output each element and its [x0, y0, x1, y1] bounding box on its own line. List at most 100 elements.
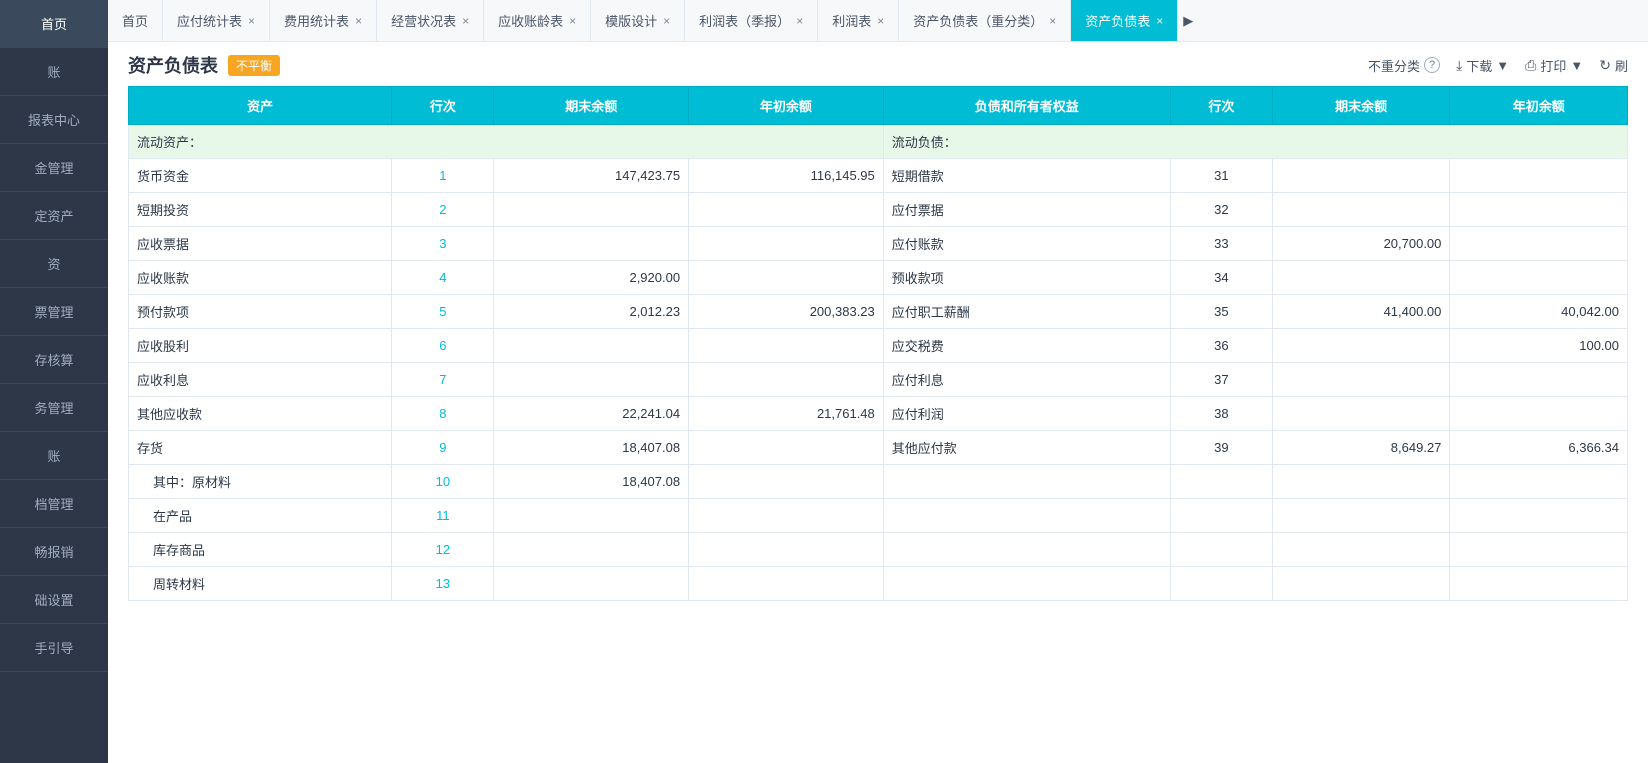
- sidebar-item-archive[interactable]: 档管理: [0, 480, 108, 528]
- right-name: [883, 465, 1170, 499]
- sidebar-item-inventory[interactable]: 存核算: [0, 336, 108, 384]
- tab-scroll-right[interactable]: ▶: [1178, 13, 1198, 29]
- tab-operation-status[interactable]: 经营状况表 ×: [377, 0, 484, 42]
- tab-profit[interactable]: 利润表 ×: [818, 0, 899, 42]
- tab-template-design[interactable]: 模版设计 ×: [591, 0, 685, 42]
- tab-profit-quarterly[interactable]: 利润表（季报） ×: [685, 0, 818, 42]
- sidebar-item-account[interactable]: 账: [0, 48, 108, 96]
- right-row-num: 35: [1170, 295, 1272, 329]
- tab-home-label: 首页: [122, 11, 148, 30]
- sidebar-item-expense[interactable]: 畅报销: [0, 528, 108, 576]
- sidebar-item-home[interactable]: 首页: [0, 0, 108, 48]
- sidebar-item-guide[interactable]: 手引导: [0, 624, 108, 672]
- table-row: 应收股利 6 应交税费 36 100.00: [129, 329, 1628, 363]
- left-name: 短期投资: [129, 193, 392, 227]
- left-year-balance: [689, 329, 884, 363]
- right-end-balance: [1272, 261, 1450, 295]
- section-header-current: 流动资产： 流动负债：: [129, 125, 1628, 159]
- refresh-action[interactable]: ↻ 刷: [1599, 56, 1628, 75]
- left-row-num: 13: [392, 567, 494, 601]
- left-name: 其中：原材料: [129, 465, 392, 499]
- left-name: 应收账款: [129, 261, 392, 295]
- sidebar-item-fixed-assets[interactable]: 定资产: [0, 192, 108, 240]
- right-end-balance: [1272, 533, 1450, 567]
- right-year-balance: 6,366.34: [1450, 431, 1628, 465]
- download-action[interactable]: ⤓ 下载 ▼: [1456, 56, 1509, 75]
- left-end-balance: [494, 499, 689, 533]
- right-section-label: 流动负债：: [883, 125, 1627, 159]
- col-end-balance-left: 期末余额: [494, 87, 689, 125]
- table-row: 短期投资 2 应付票据 32: [129, 193, 1628, 227]
- print-chevron: ▼: [1570, 58, 1583, 73]
- right-year-balance: [1450, 533, 1628, 567]
- left-name: 预付款项: [129, 295, 392, 329]
- header-actions: 不重分类 ? ⤓ 下载 ▼ ⎙ 打印 ▼ ↻ 刷: [1368, 56, 1628, 75]
- right-row-num: 32: [1170, 193, 1272, 227]
- right-name: 预收款项: [883, 261, 1170, 295]
- tab-balance-close[interactable]: ×: [1156, 14, 1163, 28]
- print-action[interactable]: ⎙ 打印 ▼: [1525, 56, 1583, 75]
- sidebar-item-tax[interactable]: 务管理: [0, 384, 108, 432]
- sidebar-item-settings[interactable]: 础设置: [0, 576, 108, 624]
- left-row-num: 5: [392, 295, 494, 329]
- right-end-balance: [1272, 567, 1450, 601]
- tab-expense-stats-label: 费用统计表: [284, 11, 349, 30]
- tab-payable-stats-label: 应付统计表: [177, 11, 242, 30]
- left-end-balance: [494, 329, 689, 363]
- left-row-num: 8: [392, 397, 494, 431]
- tab-receivable-aging-close[interactable]: ×: [569, 14, 576, 28]
- left-year-balance: [689, 567, 884, 601]
- tab-expense-stats-close[interactable]: ×: [355, 14, 362, 28]
- tab-payable-stats-close[interactable]: ×: [248, 14, 255, 28]
- main-area: 首页 应付统计表 × 费用统计表 × 经营状况表 × 应收账龄表 × 模版设计 …: [108, 0, 1648, 763]
- tab-expense-stats[interactable]: 费用统计表 ×: [270, 0, 377, 42]
- tab-payable-stats[interactable]: 应付统计表 ×: [163, 0, 270, 42]
- left-year-balance: 200,383.23: [689, 295, 884, 329]
- download-icon: ⤓: [1456, 57, 1462, 74]
- left-name: 周转材料: [129, 567, 392, 601]
- sidebar-item-report-center[interactable]: 报表中心: [0, 96, 108, 144]
- right-name: 应付利息: [883, 363, 1170, 397]
- right-name: [883, 533, 1170, 567]
- table-row: 在产品 11: [129, 499, 1628, 533]
- tab-template-design-close[interactable]: ×: [663, 14, 670, 28]
- refresh-label: 刷: [1615, 56, 1628, 75]
- col-assets: 资产: [129, 87, 392, 125]
- tab-profit-close[interactable]: ×: [877, 14, 884, 28]
- sidebar-item-ledger[interactable]: 账: [0, 432, 108, 480]
- left-row-num: 4: [392, 261, 494, 295]
- right-row-num: 33: [1170, 227, 1272, 261]
- tab-operation-status-close[interactable]: ×: [462, 14, 469, 28]
- sidebar-item-investment[interactable]: 资: [0, 240, 108, 288]
- tab-profit-label: 利润表: [832, 11, 871, 30]
- download-chevron: ▼: [1496, 58, 1509, 73]
- tab-home[interactable]: 首页: [108, 0, 163, 42]
- not-reclassify-action[interactable]: 不重分类 ?: [1368, 56, 1440, 75]
- right-year-balance: 40,042.00: [1450, 295, 1628, 329]
- col-liabilities: 负债和所有者权益: [883, 87, 1170, 125]
- tab-balance[interactable]: 资产负债表 ×: [1071, 0, 1178, 42]
- tab-profit-quarterly-close[interactable]: ×: [796, 14, 803, 28]
- tab-receivable-aging[interactable]: 应收账龄表 ×: [484, 0, 591, 42]
- help-icon[interactable]: ?: [1424, 57, 1440, 73]
- right-name: [883, 499, 1170, 533]
- right-end-balance: [1272, 159, 1450, 193]
- table-row: 应收票据 3 应付账款 33 20,700.00: [129, 227, 1628, 261]
- left-year-balance: [689, 431, 884, 465]
- balance-sheet-table: 资产 行次 期末余额 年初余额 负债和所有者权益 行次 期末余额 年初余额 流动…: [128, 86, 1628, 601]
- left-row-num: 9: [392, 431, 494, 465]
- left-name: 在产品: [129, 499, 392, 533]
- left-row-num: 7: [392, 363, 494, 397]
- sidebar-item-ticket-management[interactable]: 票管理: [0, 288, 108, 336]
- left-end-balance: 22,241.04: [494, 397, 689, 431]
- right-name: 其他应付款: [883, 431, 1170, 465]
- right-year-balance: [1450, 397, 1628, 431]
- table-container: 资产 行次 期末余额 年初余额 负债和所有者权益 行次 期末余额 年初余额 流动…: [108, 86, 1648, 763]
- sidebar-item-fund-management[interactable]: 金管理: [0, 144, 108, 192]
- right-year-balance: 100.00: [1450, 329, 1628, 363]
- left-name: 存货: [129, 431, 392, 465]
- left-end-balance: 2,920.00: [494, 261, 689, 295]
- tab-balance-reclassify-close[interactable]: ×: [1049, 14, 1056, 28]
- right-end-balance: [1272, 499, 1450, 533]
- tab-balance-reclassify[interactable]: 资产负债表（重分类） ×: [899, 0, 1071, 42]
